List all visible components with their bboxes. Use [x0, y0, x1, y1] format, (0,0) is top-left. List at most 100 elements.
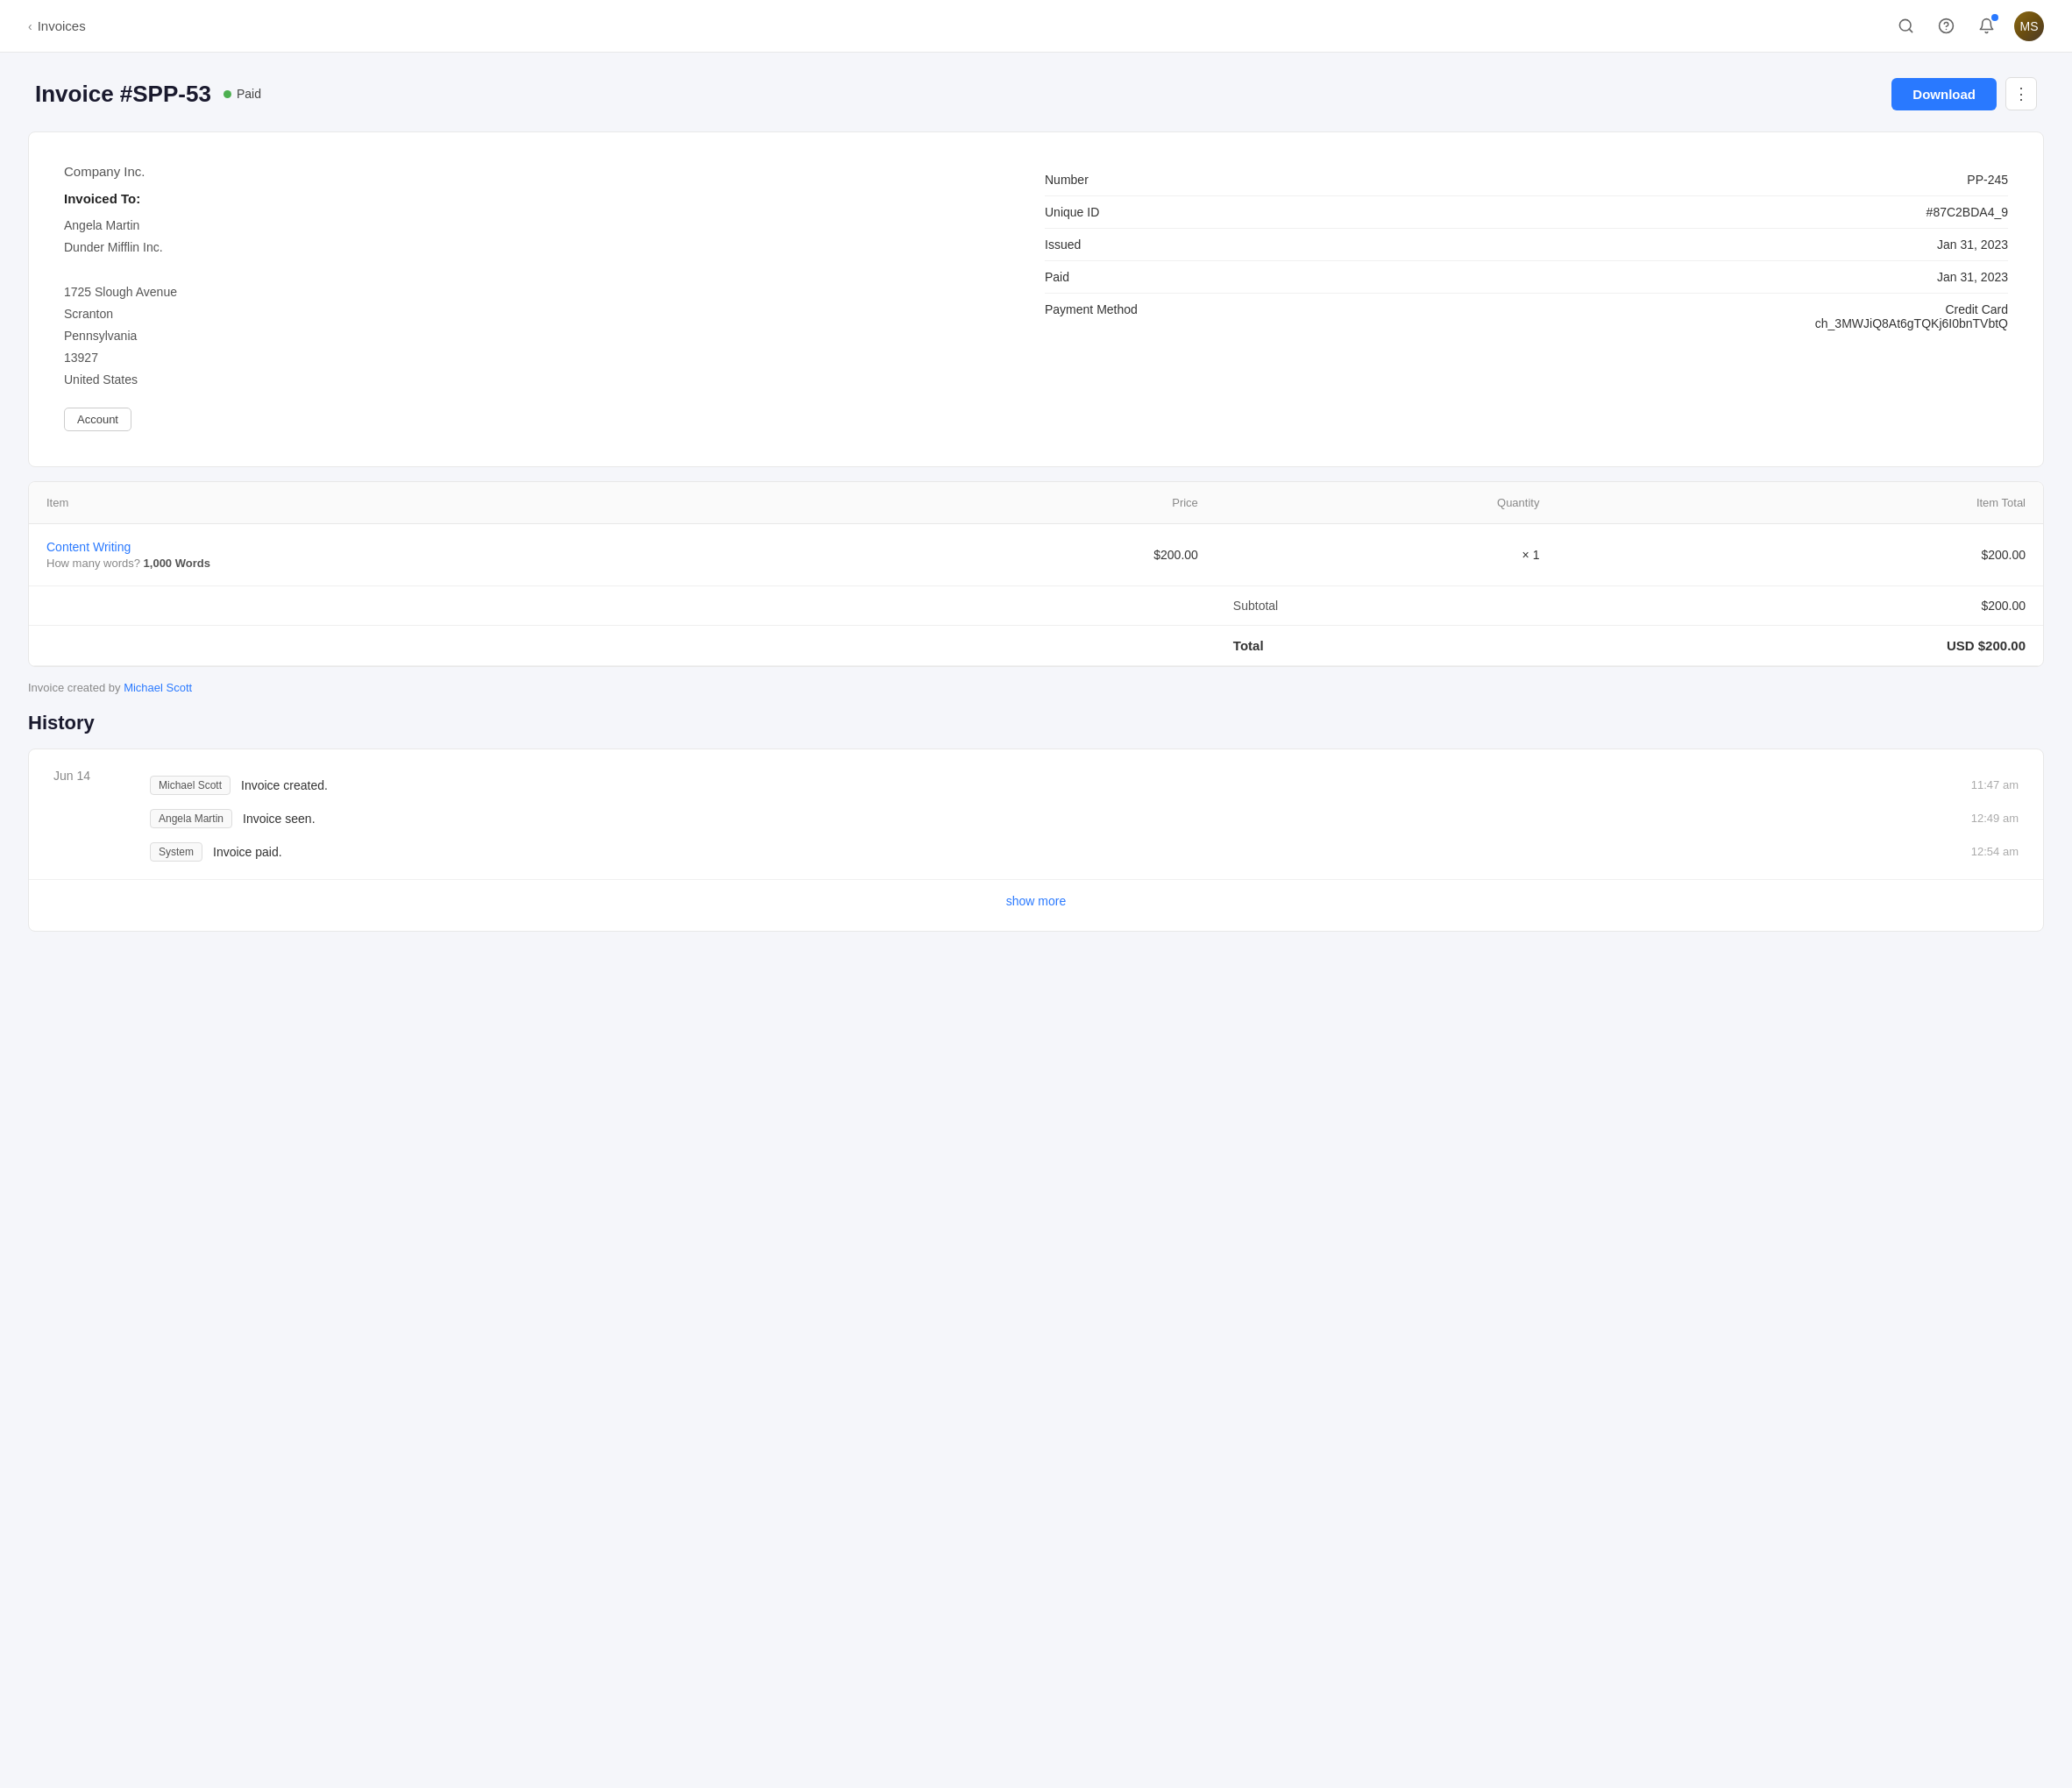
history-date-group: Jun 14 Michael Scott Invoice created. 11…	[53, 769, 2019, 869]
status-dot-icon	[224, 90, 231, 98]
uid-value: #87C2BDA4_9	[1927, 205, 2008, 219]
list-item: Angela Martin Invoice seen. 12:49 am	[150, 802, 2019, 835]
status-badge: Paid	[224, 87, 261, 101]
company-name: Company Inc.	[64, 164, 1027, 179]
list-item: System Invoice paid. 12:54 am	[150, 835, 2019, 869]
item-name-cell: Content Writing How many words? 1,000 Wo…	[29, 523, 877, 585]
col-price-header: Price	[877, 482, 1216, 524]
history-action-3: Invoice paid.	[213, 845, 282, 859]
history-title: History	[28, 712, 2044, 734]
actor-badge-3: System	[150, 842, 202, 862]
recipient-name: Angela Martin	[64, 215, 1027, 237]
invoiced-to-label: Invoiced To:	[64, 191, 1027, 206]
item-desc-prefix: How many words?	[46, 557, 140, 570]
paid-value: Jan 31, 2023	[1937, 270, 2008, 284]
invoice-info-grid: Company Inc. Invoiced To: Angela Martin …	[64, 164, 2008, 431]
page-title: Invoice #SPP-53	[35, 81, 211, 108]
download-button[interactable]: Download	[1891, 78, 1997, 110]
item-total-cell: $200.00	[1557, 523, 2043, 585]
actor-badge-1: Michael Scott	[150, 776, 231, 795]
total-row: Total USD $200.00	[29, 625, 2043, 665]
history-entry-main-3: System Invoice paid.	[150, 842, 1959, 862]
back-chevron-icon: ‹	[28, 19, 32, 33]
subtotal-value: $200.00	[1557, 585, 2043, 625]
svg-line-1	[1909, 29, 1912, 32]
header-actions: Download ⋮	[1891, 77, 2037, 110]
address-state: Pennsylvania	[64, 325, 1027, 347]
notification-badge	[1990, 12, 2000, 23]
items-table-header: Item Price Quantity Item Total	[29, 482, 2043, 524]
address-zip: 13927	[64, 347, 1027, 369]
search-button[interactable]	[1893, 14, 1918, 39]
help-button[interactable]	[1934, 14, 1958, 39]
address-city: Scranton	[64, 303, 1027, 325]
subtotal-label: Subtotal	[1216, 585, 1558, 625]
status-label: Paid	[237, 87, 261, 101]
back-label: Invoices	[38, 18, 86, 33]
items-table-body: Content Writing How many words? 1,000 Wo…	[29, 523, 2043, 665]
detail-row-number: Number PP-245	[1045, 164, 2008, 196]
history-action-1: Invoice created.	[241, 778, 328, 792]
item-desc-value: 1,000 Words	[144, 557, 210, 570]
more-options-button[interactable]: ⋮	[2005, 77, 2037, 110]
number-value: PP-245	[1967, 173, 2008, 187]
item-price-cell: $200.00	[877, 523, 1216, 585]
back-button[interactable]: ‹ Invoices	[28, 18, 86, 33]
recipient-company: Dunder Mifflin Inc.	[64, 237, 1027, 259]
top-nav: ‹ Invoices MS	[0, 0, 2072, 53]
payment-method-value-area: Credit Card ch_3MWJiQ8At6gTQKj6I0bnTVbtQ	[1815, 302, 2008, 330]
issued-value: Jan 31, 2023	[1937, 238, 2008, 252]
number-label: Number	[1045, 173, 1089, 187]
detail-row-uid: Unique ID #87C2BDA4_9	[1045, 196, 2008, 229]
avatar-initials: MS	[2020, 19, 2039, 33]
history-action-2: Invoice seen.	[243, 812, 316, 826]
history-entries: Michael Scott Invoice created. 11:47 am …	[150, 769, 2019, 869]
total-label: Total	[1216, 625, 1558, 665]
payment-method-label: Payment Method	[1045, 302, 1138, 316]
detail-row-issued: Issued Jan 31, 2023	[1045, 229, 2008, 261]
address-line1: 1725 Slough Avenue	[64, 281, 1027, 303]
title-area: Invoice #SPP-53 Paid	[35, 81, 261, 108]
history-time-2: 12:49 am	[1971, 812, 2019, 825]
invoice-right-col: Number PP-245 Unique ID #87C2BDA4_9 Issu…	[1045, 164, 2008, 431]
history-entry-main-2: Angela Martin Invoice seen.	[150, 809, 1959, 828]
history-time-3: 12:54 am	[1971, 845, 2019, 858]
col-total-header: Item Total	[1557, 482, 2043, 524]
detail-row-payment-method: Payment Method Credit Card ch_3MWJiQ8At6…	[1045, 294, 2008, 339]
items-table-card: Item Price Quantity Item Total Content W…	[28, 481, 2044, 667]
account-tag[interactable]: Account	[64, 408, 131, 431]
uid-label: Unique ID	[1045, 205, 1099, 219]
show-more-button[interactable]: show more	[29, 879, 2043, 922]
item-description: How many words? 1,000 Words	[46, 557, 860, 570]
creator-link[interactable]: Michael Scott	[124, 681, 192, 694]
col-item-header: Item	[29, 482, 877, 524]
payment-charge-id[interactable]: ch_3MWJiQ8At6gTQKj6I0bnTVbtQ	[1815, 316, 2008, 330]
total-value: USD $200.00	[1557, 625, 2043, 665]
col-quantity-header: Quantity	[1216, 482, 1558, 524]
history-entry-main-1: Michael Scott Invoice created.	[150, 776, 1959, 795]
actor-badge-2: Angela Martin	[150, 809, 232, 828]
history-group: Jun 14 Michael Scott Invoice created. 11…	[29, 758, 2043, 879]
address-block: Angela Martin Dunder Mifflin Inc. 1725 S…	[64, 215, 1027, 392]
notifications-button[interactable]	[1974, 14, 1998, 39]
items-table: Item Price Quantity Item Total Content W…	[29, 482, 2043, 666]
paid-label: Paid	[1045, 270, 1069, 284]
history-card: Jun 14 Michael Scott Invoice created. 11…	[28, 749, 2044, 932]
item-name-link[interactable]: Content Writing	[46, 540, 860, 554]
history-date: Jun 14	[53, 769, 124, 783]
payment-method-name: Credit Card	[1815, 302, 2008, 316]
footer-prefix: Invoice created by	[28, 681, 121, 694]
address-country: United States	[64, 369, 1027, 391]
detail-row-paid: Paid Jan 31, 2023	[1045, 261, 2008, 294]
list-item: Michael Scott Invoice created. 11:47 am	[150, 769, 2019, 802]
issued-label: Issued	[1045, 238, 1081, 252]
history-section: History Jun 14 Michael Scott Invoice cre…	[28, 712, 2044, 932]
invoice-info-card: Company Inc. Invoiced To: Angela Martin …	[28, 131, 2044, 467]
avatar[interactable]: MS	[2014, 11, 2044, 41]
ellipsis-icon: ⋮	[2013, 84, 2029, 103]
item-quantity-cell: × 1	[1216, 523, 1558, 585]
history-time-1: 11:47 am	[1971, 778, 2019, 791]
nav-right: MS	[1893, 11, 2044, 41]
subtotal-row: Subtotal $200.00	[29, 585, 2043, 625]
table-row: Content Writing How many words? 1,000 Wo…	[29, 523, 2043, 585]
